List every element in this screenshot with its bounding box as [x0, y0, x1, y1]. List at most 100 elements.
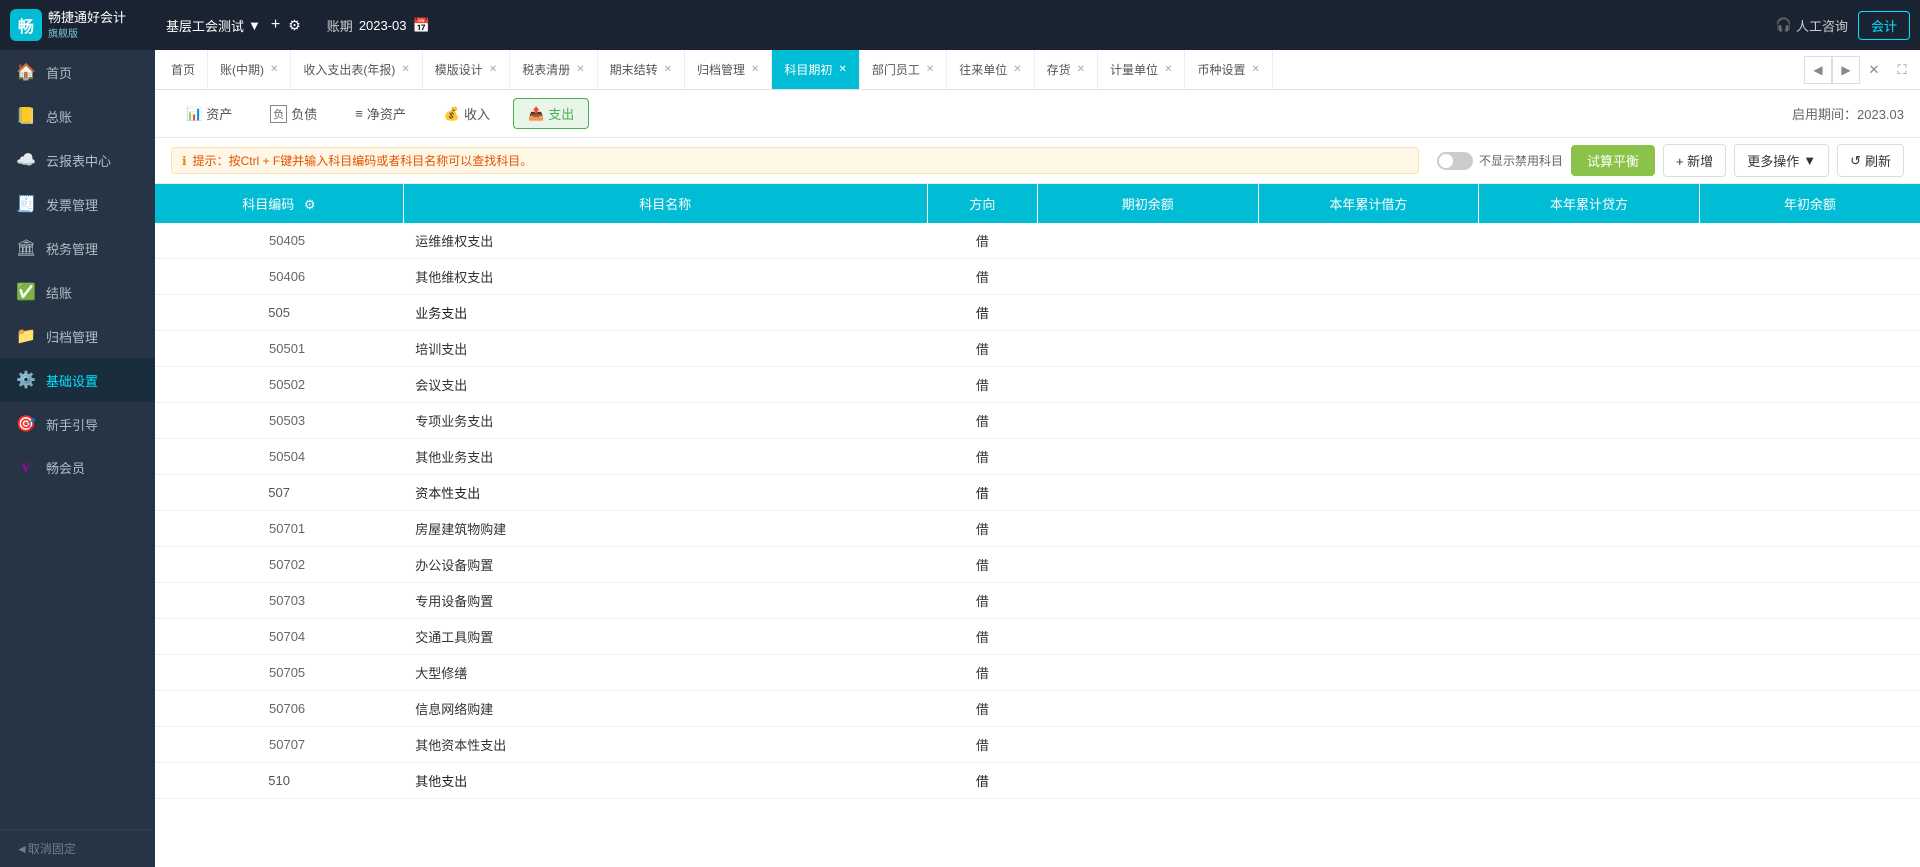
tab-close-unit[interactable]: ✕	[1164, 64, 1172, 75]
tab-annual-report[interactable]: 收入支出表(年报) ✕	[291, 50, 422, 90]
content-area: 首页 账(中期) ✕ 收入支出表(年报) ✕ 模版设计 ✕ 税表清册 ✕ 期末结…	[155, 50, 1920, 867]
tab-maximize-btn[interactable]: ⛶	[1888, 56, 1916, 84]
cell-ytd-debit	[1258, 547, 1479, 583]
tab-close-period-end[interactable]: ✕	[664, 64, 672, 75]
col-settings-icon[interactable]: ⚙	[304, 197, 316, 212]
tab-close-template[interactable]: ✕	[489, 64, 497, 75]
add-company-icon[interactable]: +	[271, 16, 280, 34]
cat-liability-btn[interactable]: 负 负债	[255, 98, 332, 129]
cat-asset-btn[interactable]: 📊 资产	[171, 98, 247, 129]
cell-ytd-credit	[1479, 439, 1700, 475]
cell-year-initial	[1699, 511, 1920, 547]
sidebar-item-invoice[interactable]: 🧾 发票管理	[0, 182, 155, 226]
cell-code: 50406	[155, 259, 403, 295]
cell-direction: 借	[927, 295, 1037, 331]
sidebar-label-reports: 云报表中心	[46, 151, 111, 170]
tab-period[interactable]: 账(中期) ✕	[208, 50, 291, 90]
sidebar-item-home[interactable]: 🏠 首页	[0, 50, 155, 94]
table-row[interactable]: 50703专用设备购置借	[155, 583, 1920, 619]
cell-year-initial	[1699, 763, 1920, 799]
sidebar-item-member[interactable]: V 畅会员	[0, 446, 155, 489]
company-selector[interactable]: 基层工会测试 ▼ + ⚙	[158, 12, 309, 39]
cell-initial	[1038, 259, 1259, 295]
table-row[interactable]: 510其他支出借	[155, 763, 1920, 799]
sidebar-item-ledger[interactable]: 📒 总账	[0, 94, 155, 138]
tab-close-currency[interactable]: ✕	[1251, 64, 1259, 75]
tab-close-inventory[interactable]: ✕	[1077, 64, 1085, 75]
tab-close-subject[interactable]: ✕	[838, 64, 846, 75]
cell-initial	[1038, 727, 1259, 763]
refresh-icon: ↺	[1850, 153, 1861, 169]
table-row[interactable]: 50501培训支出借	[155, 331, 1920, 367]
tab-close-all-btn[interactable]: ✕	[1860, 56, 1888, 84]
tab-tax-table[interactable]: 税表清册 ✕	[510, 50, 597, 90]
table-row[interactable]: 50702办公设备购置借	[155, 547, 1920, 583]
cell-name: 办公设备购置	[403, 547, 927, 583]
account-button[interactable]: 会计	[1858, 11, 1910, 40]
cat-income-btn[interactable]: 💰 收入	[429, 98, 505, 129]
sidebar-item-guide[interactable]: 🎯 新手引导	[0, 402, 155, 446]
table-row[interactable]: 505业务支出借	[155, 295, 1920, 331]
cell-ytd-credit	[1479, 691, 1700, 727]
table-row[interactable]: 50502会议支出借	[155, 367, 1920, 403]
cell-direction: 借	[927, 619, 1037, 655]
cat-expense-btn[interactable]: 📤 支出	[513, 98, 589, 129]
cat-equity-btn[interactable]: ≡ 净资产	[340, 98, 421, 129]
tab-home[interactable]: 首页	[159, 50, 208, 90]
cell-initial	[1038, 691, 1259, 727]
tab-currency[interactable]: 币种设置 ✕	[1185, 50, 1272, 90]
refresh-btn[interactable]: ↺ 刷新	[1837, 144, 1904, 177]
table-row[interactable]: 50707其他资本性支出借	[155, 727, 1920, 763]
cell-ytd-credit	[1479, 727, 1700, 763]
tab-close-tax[interactable]: ✕	[576, 64, 584, 75]
table-row[interactable]: 50706信息网络购建借	[155, 691, 1920, 727]
cell-initial	[1038, 331, 1259, 367]
sidebar-item-settings[interactable]: ⚙️ 基础设置	[0, 358, 155, 402]
tab-archive[interactable]: 归档管理 ✕	[685, 50, 772, 90]
calendar-icon[interactable]: 📅	[413, 17, 430, 34]
sidebar-item-tax[interactable]: 🏛 税务管理	[0, 226, 155, 270]
table-row[interactable]: 50405运维维权支出借	[155, 223, 1920, 259]
table-row[interactable]: 50504其他业务支出借	[155, 439, 1920, 475]
tab-unit[interactable]: 计量单位 ✕	[1098, 50, 1185, 90]
add-btn[interactable]: + 新增	[1663, 144, 1726, 177]
table-row[interactable]: 507资本性支出借	[155, 475, 1920, 511]
settings-icon[interactable]: ⚙	[288, 17, 301, 34]
tab-period-end[interactable]: 期末结转 ✕	[598, 50, 685, 90]
ai-consult-btn[interactable]: 🎧 人工咨询	[1776, 16, 1848, 35]
logo-sub: 旗舰版	[48, 25, 126, 40]
tab-inventory[interactable]: 存货 ✕	[1035, 50, 1098, 90]
table-row[interactable]: 50406其他维权支出借	[155, 259, 1920, 295]
cell-ytd-credit	[1479, 403, 1700, 439]
tab-close-counterpart[interactable]: ✕	[1013, 64, 1021, 75]
table-row[interactable]: 50705大型修缮借	[155, 655, 1920, 691]
table-row[interactable]: 50701房屋建筑物购建借	[155, 511, 1920, 547]
tab-next-btn[interactable]: ▶	[1832, 56, 1860, 84]
cell-year-initial	[1699, 583, 1920, 619]
more-ops-label: 更多操作	[1747, 151, 1799, 170]
tab-prev-btn[interactable]: ◀	[1804, 56, 1832, 84]
tab-close-period[interactable]: ✕	[270, 64, 278, 75]
tab-template[interactable]: 模版设计 ✕	[423, 50, 510, 90]
tab-close-dept[interactable]: ✕	[926, 64, 934, 75]
calc-balance-btn[interactable]: 试算平衡	[1571, 145, 1655, 176]
col-ytd-debit: 本年累计借方	[1258, 184, 1479, 223]
cell-initial	[1038, 655, 1259, 691]
disable-toggle-switch[interactable]	[1437, 152, 1473, 170]
tab-close-annual[interactable]: ✕	[401, 64, 409, 75]
tab-close-archive[interactable]: ✕	[751, 64, 759, 75]
tab-counterpart[interactable]: 往来单位 ✕	[947, 50, 1034, 90]
sidebar-item-archive[interactable]: 📁 归档管理	[0, 314, 155, 358]
sidebar-item-reports[interactable]: ☁️ 云报表中心	[0, 138, 155, 182]
table-row[interactable]: 50503专项业务支出借	[155, 403, 1920, 439]
table-row[interactable]: 50704交通工具购置借	[155, 619, 1920, 655]
sidebar-pin-toggle[interactable]: ◄取消固定	[0, 829, 155, 867]
cell-code: 50702	[155, 547, 403, 583]
cell-initial	[1038, 547, 1259, 583]
subject-table-container[interactable]: 科目编码 ⚙ 科目名称 方向 期初余额 本年累计借方 本年累计贷方 年初余额 5…	[155, 184, 1920, 867]
more-ops-btn[interactable]: 更多操作 ▼	[1734, 144, 1829, 177]
tab-dept[interactable]: 部门员工 ✕	[860, 50, 947, 90]
tab-subject-initial[interactable]: 科目期初 ✕	[772, 50, 859, 90]
company-name: 基层工会测试	[166, 16, 244, 35]
sidebar-item-close[interactable]: ✅ 结账	[0, 270, 155, 314]
